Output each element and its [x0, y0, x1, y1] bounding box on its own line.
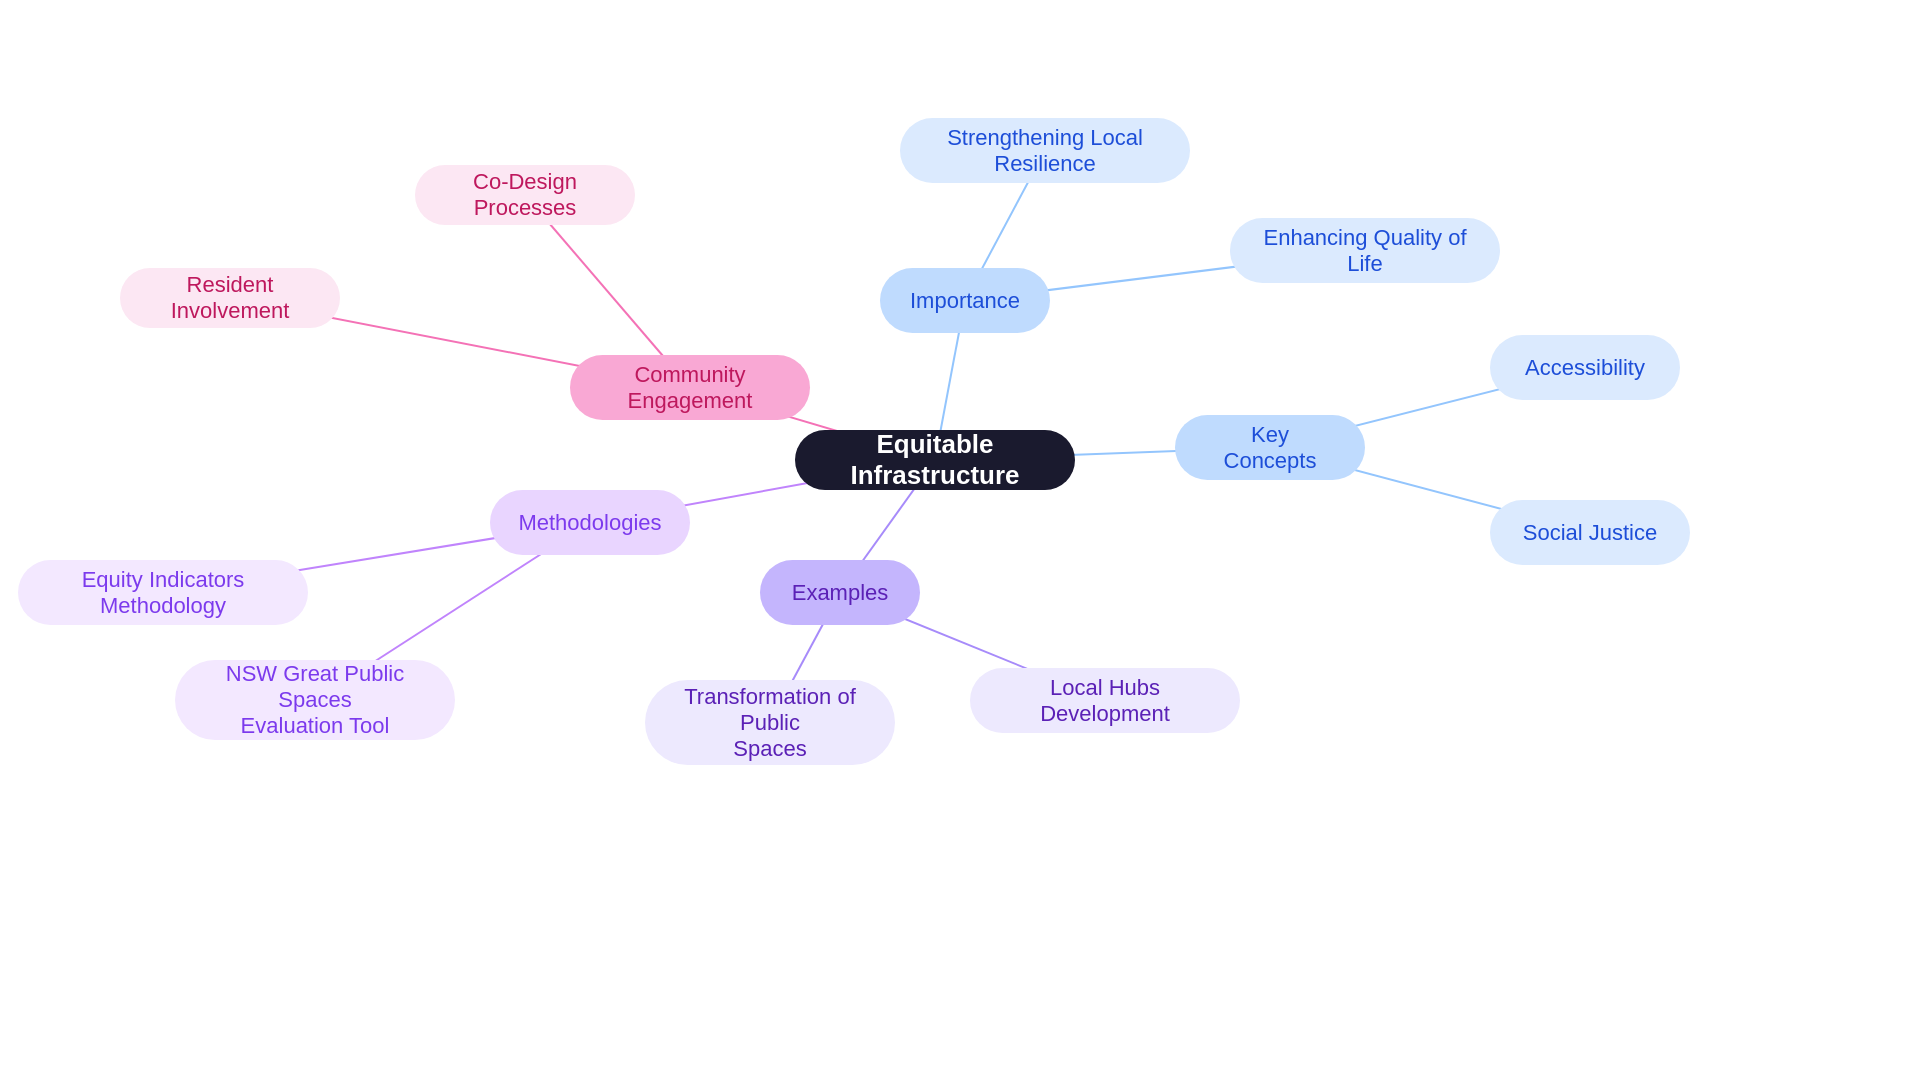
node-strengthening[interactable]: Strengthening Local Resilience	[900, 118, 1190, 183]
mindmap-canvas: Equitable Infrastructure Community Engage…	[0, 0, 1920, 1083]
node-accessibility[interactable]: Accessibility	[1490, 335, 1680, 400]
node-quality[interactable]: Enhancing Quality of Life	[1230, 218, 1500, 283]
node-social-justice[interactable]: Social Justice	[1490, 500, 1690, 565]
node-methodologies[interactable]: Methodologies	[490, 490, 690, 555]
node-equity-indicators[interactable]: Equity Indicators Methodology	[18, 560, 308, 625]
node-local-hubs[interactable]: Local Hubs Development	[970, 668, 1240, 733]
center-node[interactable]: Equitable Infrastructure	[795, 430, 1075, 490]
node-nsw[interactable]: NSW Great Public Spaces Evaluation Tool	[175, 660, 455, 740]
node-importance[interactable]: Importance	[880, 268, 1050, 333]
node-key-concepts[interactable]: Key Concepts	[1175, 415, 1365, 480]
node-community-engagement[interactable]: Community Engagement	[570, 355, 810, 420]
node-resident[interactable]: Resident Involvement	[120, 268, 340, 328]
node-transformation[interactable]: Transformation of Public Spaces	[645, 680, 895, 765]
node-examples[interactable]: Examples	[760, 560, 920, 625]
node-co-design[interactable]: Co-Design Processes	[415, 165, 635, 225]
